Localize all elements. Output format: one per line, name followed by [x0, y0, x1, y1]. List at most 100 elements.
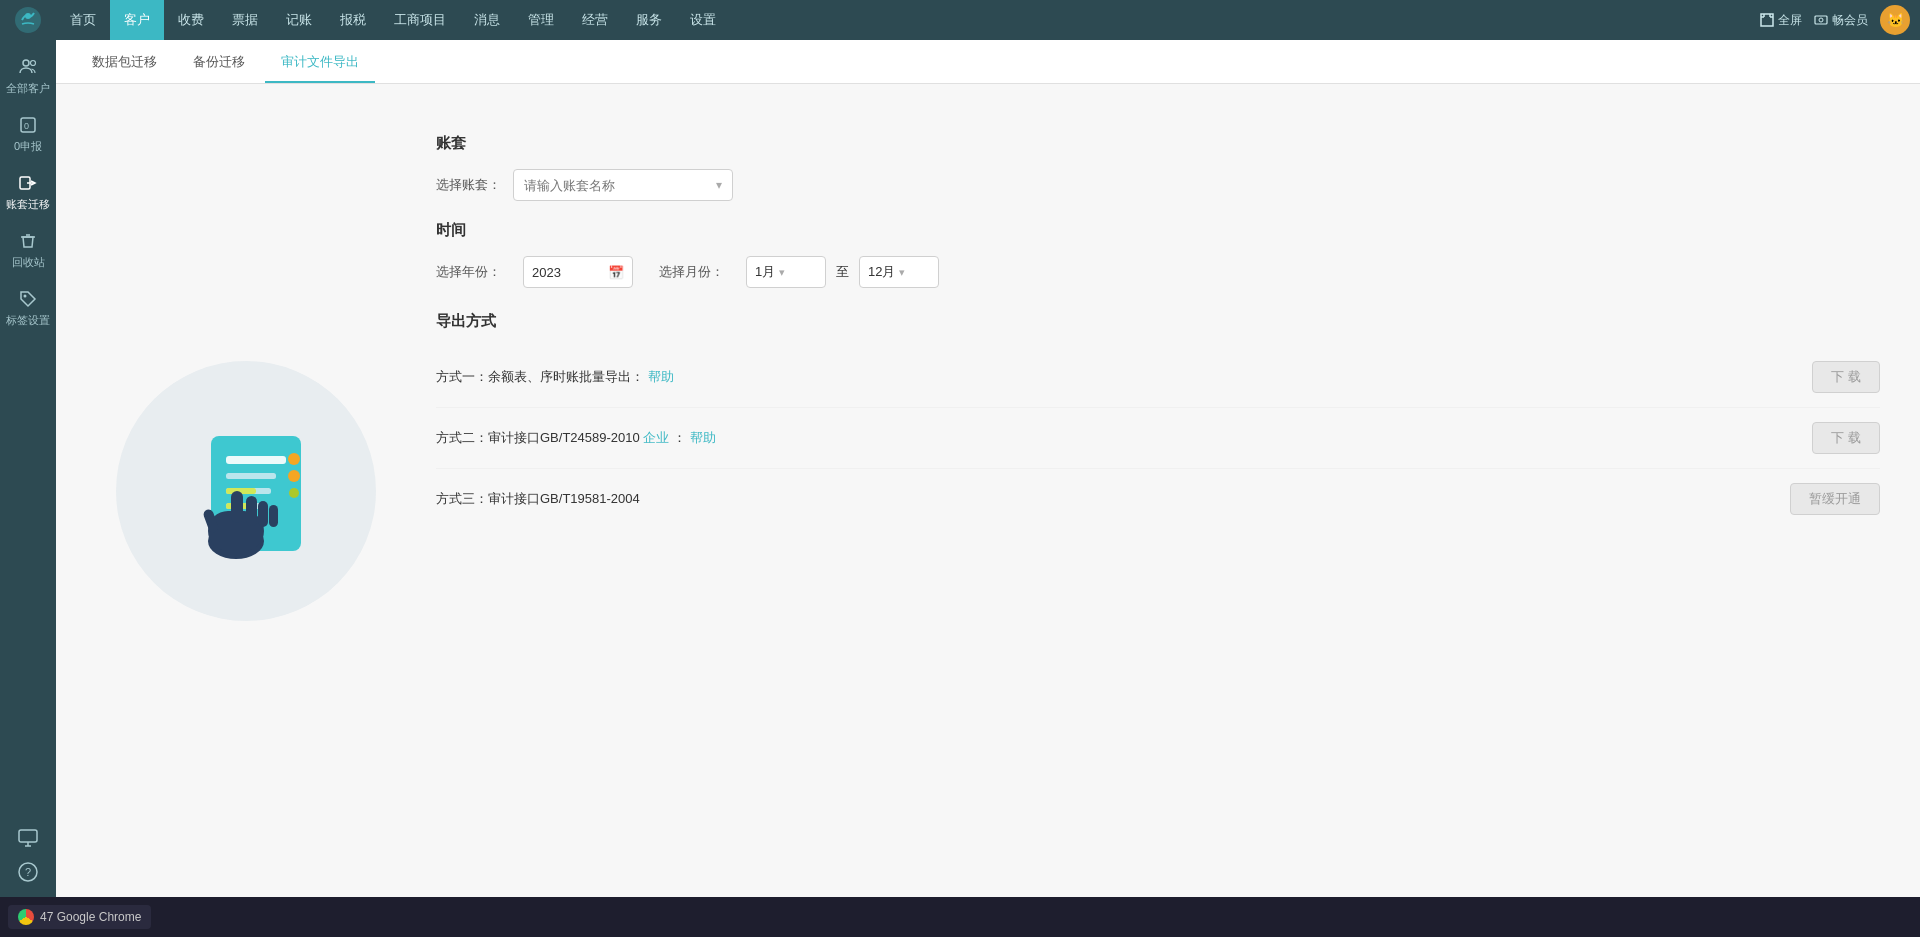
sidebar-item-label-recycle: 回收站 — [12, 255, 45, 270]
month-label: 选择月份： — [659, 263, 724, 281]
sidebar-item-migrate[interactable]: 账套迁移 — [2, 164, 54, 220]
fullscreen-button[interactable]: 全屏 — [1760, 12, 1802, 29]
month-from-select[interactable]: 1月 ▾ — [746, 256, 826, 288]
export-method-3-text: 方式三：审计接口GB/T19581-2004 — [436, 490, 1790, 508]
sidebar-bottom: ? — [15, 825, 41, 897]
svg-point-26 — [289, 488, 299, 498]
svg-rect-31 — [231, 491, 243, 523]
export-method-2: 方式二：审计接口GB/T24589-2010 企业 ： 帮助 下 载 — [436, 408, 1880, 469]
top-nav-right: 全屏 畅会员 🐱 — [1760, 5, 1910, 35]
account-input[interactable] — [524, 178, 712, 193]
calendar-icon: 📅 — [608, 265, 624, 280]
zero-icon: 0 — [17, 114, 39, 136]
nav-bookkeeping[interactable]: 记账 — [272, 0, 326, 40]
svg-rect-33 — [258, 501, 268, 527]
svg-point-10 — [31, 61, 36, 66]
account-section-title: 账套 — [436, 134, 1880, 153]
migrate-icon — [17, 172, 39, 194]
export-method-2-text: 方式二：审计接口GB/T24589-2010 企业 ： 帮助 — [436, 429, 1812, 447]
svg-text:0: 0 — [24, 121, 29, 131]
page-body: 账套 选择账套： ▾ 时间 选择年份： 📅 — [56, 84, 1920, 897]
month-from-arrow: ▾ — [779, 266, 785, 279]
sidebar: 全部客户 0 0申报 账套迁移 — [0, 40, 56, 897]
app-logo[interactable] — [10, 2, 46, 38]
nav-business[interactable]: 工商项目 — [380, 0, 460, 40]
chrome-icon — [18, 909, 34, 925]
sidebar-item-label-tags: 标签设置 — [6, 313, 50, 328]
export-section-title: 导出方式 — [436, 312, 1880, 331]
month-to-select[interactable]: 12月 ▾ — [859, 256, 939, 288]
illustration-circle — [116, 361, 376, 621]
time-separator: 至 — [836, 263, 849, 281]
account-select[interactable]: ▾ — [513, 169, 733, 201]
sidebar-item-label-customers: 全部客户 — [6, 81, 50, 96]
method1-download-button[interactable]: 下 载 — [1812, 361, 1880, 393]
sidebar-item-all-customers[interactable]: 全部客户 — [2, 48, 54, 104]
svg-point-15 — [24, 295, 27, 298]
tab-audit-export[interactable]: 审计文件导出 — [265, 43, 375, 83]
svg-rect-20 — [226, 456, 286, 464]
tab-data-migrate[interactable]: 数据包迁移 — [76, 43, 173, 83]
top-navigation: 首页 客户 收费 票据 记账 报税 工商项目 消息 管理 经营 服务 设置 全屏 — [0, 0, 1920, 40]
time-section-title: 时间 — [436, 221, 1880, 240]
vip-label: 畅会员 — [1832, 12, 1868, 29]
monitor-icon[interactable] — [15, 825, 41, 851]
month-from-value: 1月 — [755, 263, 775, 281]
method2-help-link[interactable]: 帮助 — [690, 430, 716, 445]
nav-home[interactable]: 首页 — [56, 0, 110, 40]
taskbar: 47 Google Chrome — [0, 897, 1920, 937]
nav-manage[interactable]: 管理 — [514, 0, 568, 40]
nav-service[interactable]: 服务 — [622, 0, 676, 40]
tab-backup-migrate[interactable]: 备份迁移 — [177, 43, 261, 83]
month-to-value: 12月 — [868, 263, 895, 281]
fullscreen-label: 全屏 — [1778, 12, 1802, 29]
sidebar-item-tags[interactable]: 标签设置 — [2, 280, 54, 336]
nav-fee[interactable]: 收费 — [164, 0, 218, 40]
vip-button[interactable]: 畅会员 — [1814, 12, 1868, 29]
svg-point-0 — [15, 7, 41, 33]
method2-company: 企业 — [643, 430, 669, 445]
account-row: 选择账套： ▾ — [436, 169, 1880, 201]
method3-open-button[interactable]: 暂缓开通 — [1790, 483, 1880, 515]
method1-label: 方式一：余额表、序时账批量导出： — [436, 369, 644, 384]
method1-help-link[interactable]: 帮助 — [648, 369, 674, 384]
export-method-1: 方式一：余额表、序时账批量导出： 帮助 下 载 — [436, 347, 1880, 408]
nav-operation[interactable]: 经营 — [568, 0, 622, 40]
avatar[interactable]: 🐱 — [1880, 5, 1910, 35]
nav-settings[interactable]: 设置 — [676, 0, 730, 40]
year-input[interactable] — [532, 265, 602, 280]
method3-label: 方式三：审计接口GB/T19581-2004 — [436, 491, 640, 506]
svg-point-24 — [288, 453, 300, 465]
trash-icon — [17, 230, 39, 252]
method2-download-button[interactable]: 下 载 — [1812, 422, 1880, 454]
svg-point-1 — [25, 13, 31, 19]
taskbar-chrome-item[interactable]: 47 Google Chrome — [8, 905, 151, 929]
export-section: 导出方式 方式一：余额表、序时账批量导出： 帮助 下 载 方式二：审计接口GB/… — [436, 312, 1880, 529]
tag-icon — [17, 288, 39, 310]
nav-invoice[interactable]: 票据 — [218, 0, 272, 40]
svg-rect-21 — [226, 473, 276, 479]
svg-rect-32 — [246, 496, 257, 526]
help-icon[interactable]: ? — [15, 859, 41, 885]
nav-items: 首页 客户 收费 票据 记账 报税 工商项目 消息 管理 经营 服务 设置 — [56, 0, 1760, 40]
form-area: 账套 选择账套： ▾ 时间 选择年份： 📅 — [436, 114, 1880, 867]
svg-rect-16 — [19, 830, 37, 842]
sidebar-item-zero-declaration[interactable]: 0 0申报 — [2, 106, 54, 162]
nav-customer[interactable]: 客户 — [110, 0, 164, 40]
sidebar-item-label-migrate: 账套迁移 — [6, 197, 50, 212]
sidebar-item-recycle[interactable]: 回收站 — [2, 222, 54, 278]
svg-text:?: ? — [25, 866, 31, 878]
nav-message[interactable]: 消息 — [460, 0, 514, 40]
year-input-field[interactable]: 📅 — [523, 256, 633, 288]
time-section: 时间 选择年份： 📅 选择月份： 1月 ▾ 至 — [436, 221, 1880, 288]
export-method-1-text: 方式一：余额表、序时账批量导出： 帮助 — [436, 368, 1812, 386]
year-label: 选择年份： — [436, 263, 501, 281]
svg-rect-34 — [269, 505, 278, 527]
nav-tax[interactable]: 报税 — [326, 0, 380, 40]
sub-tabs: 数据包迁移 备份迁移 审计文件导出 — [56, 40, 1920, 84]
month-to-arrow: ▾ — [899, 266, 905, 279]
illustration-area — [96, 114, 396, 867]
time-row: 选择年份： 📅 选择月份： 1月 ▾ 至 12月 — [436, 256, 1880, 288]
main-layout: 全部客户 0 0申报 账套迁移 — [0, 40, 1920, 897]
svg-point-8 — [1819, 18, 1823, 22]
